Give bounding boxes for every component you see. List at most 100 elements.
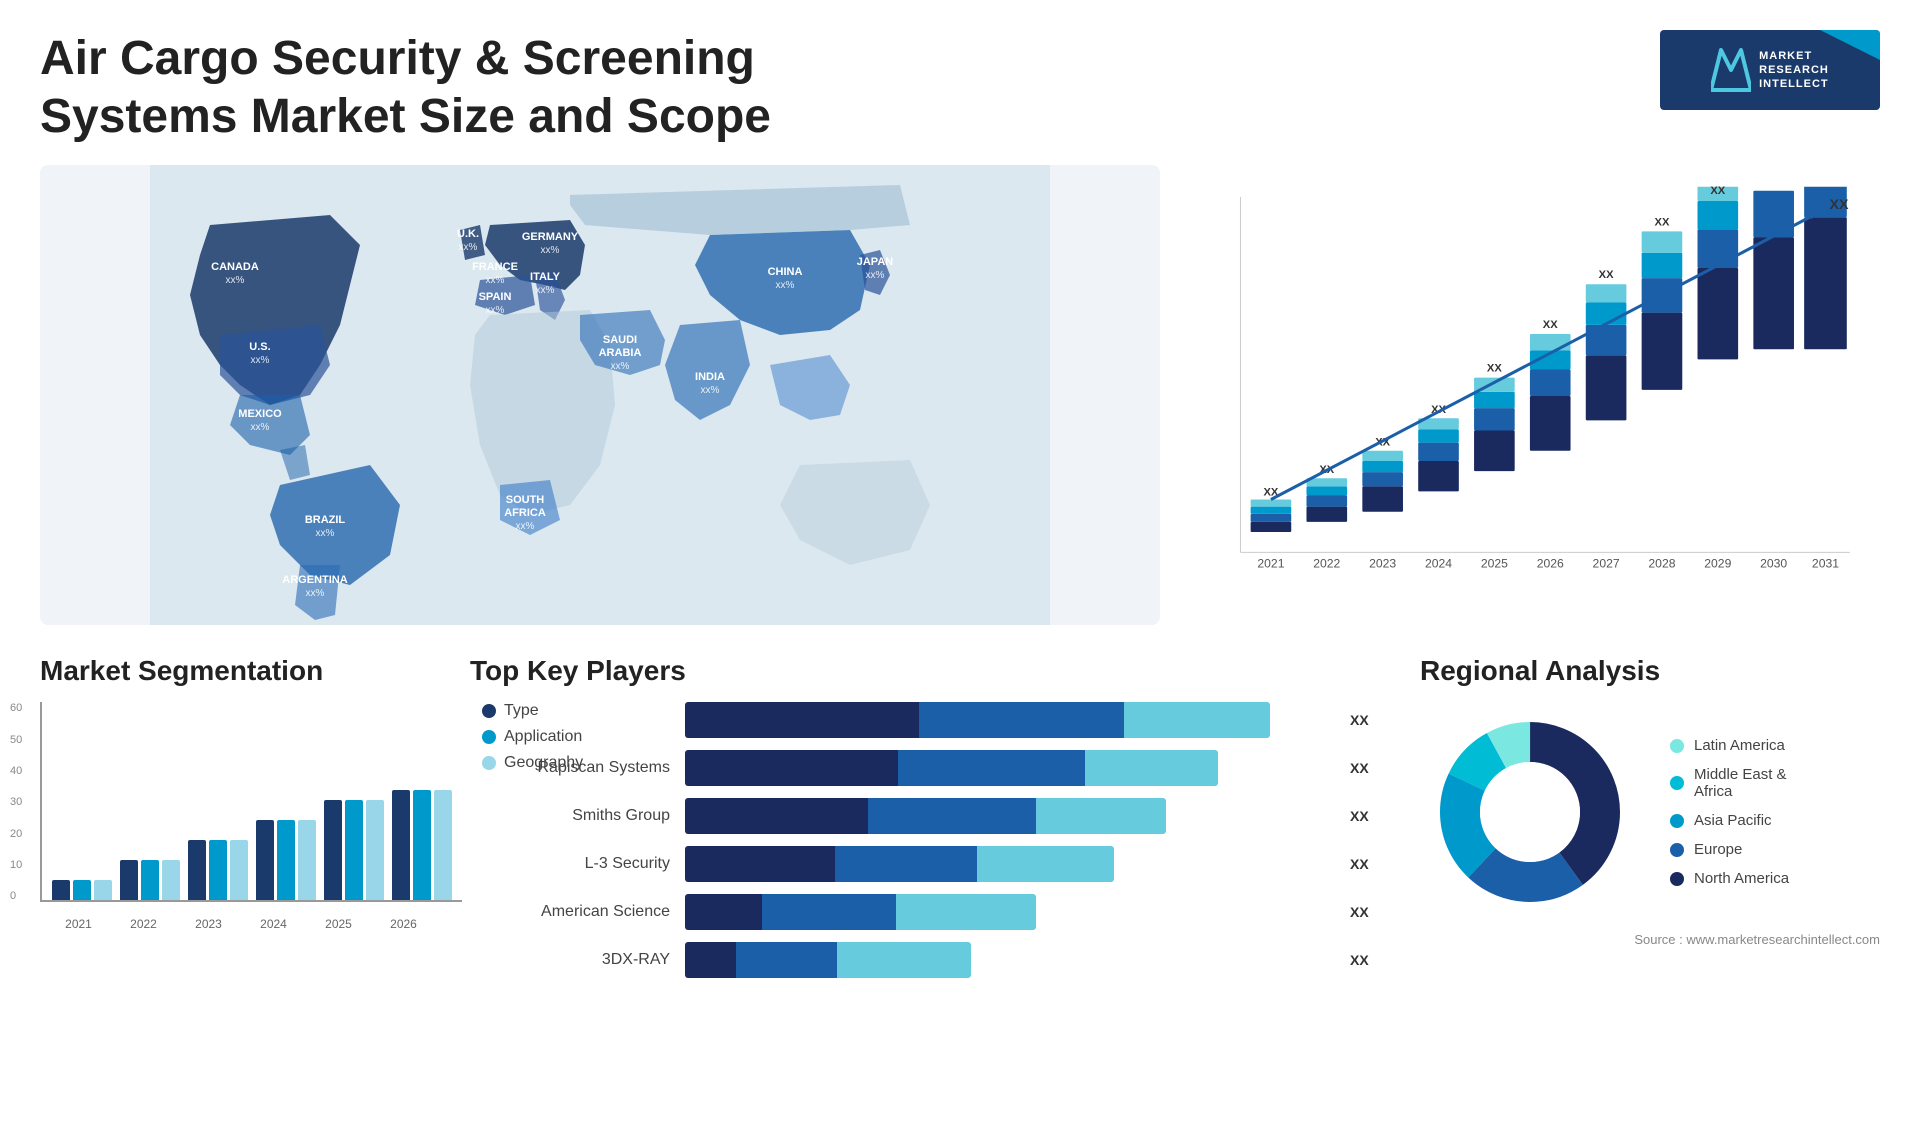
legend-na-dot: [1670, 872, 1684, 886]
player-bar-fill-3dx: [685, 942, 971, 978]
svg-text:2030: 2030: [1760, 557, 1787, 571]
svg-text:XX: XX: [1655, 217, 1670, 229]
page-title: Air Cargo Security & Screening Systems M…: [40, 30, 840, 145]
svg-text:XX: XX: [1710, 185, 1725, 197]
seg-bottom: 60 50 40 30 20 10 0: [40, 702, 440, 931]
player-bar-fill-l3: [685, 846, 1114, 882]
player-bar-rapiscan: [685, 750, 1335, 786]
italy-label: ITALY: [530, 271, 561, 283]
argentina-label: ARGENTINA: [282, 574, 347, 586]
svg-text:2025: 2025: [1481, 557, 1508, 571]
growth-chart-container: XX 2021 XX 2022 XX 2023: [1200, 165, 1880, 625]
svg-text:XX: XX: [1543, 319, 1558, 331]
svg-text:XX: XX: [1487, 363, 1502, 375]
legend-latin-label: Latin America: [1694, 737, 1785, 754]
argentina-value: xx%: [306, 588, 325, 599]
japan-label: JAPAN: [857, 256, 894, 268]
svg-text:XX: XX: [1830, 197, 1849, 213]
seg-chart-wrapper: 60 50 40 30 20 10 0: [40, 702, 462, 931]
svg-text:2021: 2021: [1257, 557, 1284, 571]
southafrica-label2: AFRICA: [504, 507, 546, 519]
player-row-smiths: Smiths Group XX: [470, 798, 1390, 834]
us-label: U.S.: [249, 341, 270, 353]
legend-na: North America: [1670, 870, 1789, 887]
seg-bar-app-2021: [73, 880, 91, 900]
regional-title: Regional Analysis: [1420, 655, 1880, 687]
player-row-3dx: 3DX-RAY XX: [470, 942, 1390, 978]
player-bar-fill-smiths: [685, 798, 1166, 834]
seg-group-2024: [256, 820, 316, 900]
seg-bar-geo-2021: [94, 880, 112, 900]
legend-europe-dot: [1670, 843, 1684, 857]
seg-bar-type-2024: [256, 820, 274, 900]
player-value-rapiscan: XX: [1350, 760, 1390, 776]
regional-legend: Latin America Middle East &Africa Asia P…: [1670, 737, 1789, 887]
player-bar-smiths: [685, 798, 1335, 834]
legend-latin: Latin America: [1670, 737, 1789, 754]
legend-na-label: North America: [1694, 870, 1789, 887]
player-row-rapiscan: Rapiscan Systems XX: [470, 750, 1390, 786]
france-value: xx%: [486, 275, 505, 286]
svg-text:2023: 2023: [1369, 557, 1396, 571]
svg-text:XX: XX: [1599, 269, 1614, 281]
seg-bar-type-2023: [188, 840, 206, 900]
player-row-l3: L-3 Security XX: [470, 846, 1390, 882]
donut-chart: [1420, 702, 1640, 922]
seg-chart: [40, 702, 462, 902]
key-players-section: Top Key Players XX Rapis: [470, 655, 1390, 1035]
svg-text:2027: 2027: [1593, 557, 1620, 571]
growth-chart-svg: XX 2021 XX 2022 XX 2023: [1210, 185, 1860, 615]
seg-bar-geo-2026: [434, 790, 452, 900]
seg-group-2025: [324, 800, 384, 900]
germany-label: GERMANY: [522, 231, 579, 243]
mexico-label: MEXICO: [238, 408, 282, 420]
spain-label: SPAIN: [479, 291, 512, 303]
uk-label: U.K.: [457, 228, 479, 240]
china-label: CHINA: [768, 266, 803, 278]
southafrica-label: SOUTH: [506, 494, 545, 506]
player-value-l3: XX: [1350, 856, 1390, 872]
svg-text:2028: 2028: [1648, 557, 1675, 571]
legend-mea: Middle East &Africa: [1670, 766, 1789, 800]
brazil-label: BRAZIL: [305, 514, 346, 526]
player-bar-1: [685, 702, 1335, 738]
player-bar-fill-rapiscan: [685, 750, 1218, 786]
germany-value: xx%: [541, 245, 560, 256]
player-bar-fill-amer: [685, 894, 1036, 930]
legend-europe: Europe: [1670, 841, 1789, 858]
header: Air Cargo Security & Screening Systems M…: [40, 30, 1880, 145]
player-value-3dx: XX: [1350, 952, 1390, 968]
india-label: INDIA: [695, 371, 725, 383]
japan-value: xx%: [866, 270, 885, 281]
uk-value: xx%: [459, 242, 478, 253]
seg-group-2022: [120, 860, 180, 900]
brazil-value: xx%: [316, 528, 335, 539]
legend-mea-label: Middle East &Africa: [1694, 766, 1787, 800]
mexico-value: xx%: [251, 422, 270, 433]
saudi-label2: ARABIA: [599, 347, 642, 359]
legend-apac-label: Asia Pacific: [1694, 812, 1772, 829]
map-container: CANADA xx% U.S. xx% MEXICO xx% BRAZIL xx…: [40, 165, 1160, 625]
bottom-section: Market Segmentation 60 50 40 30 20 10 0: [40, 655, 1880, 1035]
svg-text:XX: XX: [1766, 185, 1781, 188]
seg-bar-geo-2025: [366, 800, 384, 900]
logo-box: MARKET RESEARCH INTELLECT: [1660, 30, 1880, 110]
player-bar-3dx: [685, 942, 1335, 978]
legend-europe-label: Europe: [1694, 841, 1742, 858]
seg-bar-type-2025: [324, 800, 342, 900]
top-section: CANADA xx% U.S. xx% MEXICO xx% BRAZIL xx…: [40, 165, 1880, 625]
spain-value: xx%: [486, 305, 505, 316]
seg-y-labels: 60 50 40 30 20 10 0: [10, 702, 22, 902]
canada-label: CANADA: [211, 261, 259, 273]
logo-icon: [1711, 45, 1751, 95]
player-name-l3: L-3 Security: [470, 855, 670, 873]
player-name-rapiscan: Rapiscan Systems: [470, 759, 670, 777]
legend-apac-dot: [1670, 814, 1684, 828]
seg-bar-app-2022: [141, 860, 159, 900]
player-bar-fill-1: [685, 702, 1270, 738]
saudi-label: SAUDI: [603, 334, 637, 346]
regional-section: Regional Analysis: [1420, 655, 1880, 1035]
player-name-smiths: Smiths Group: [470, 807, 670, 825]
segmentation-section: Market Segmentation 60 50 40 30 20 10 0: [40, 655, 440, 1035]
player-name-amer: American Science: [470, 903, 670, 921]
